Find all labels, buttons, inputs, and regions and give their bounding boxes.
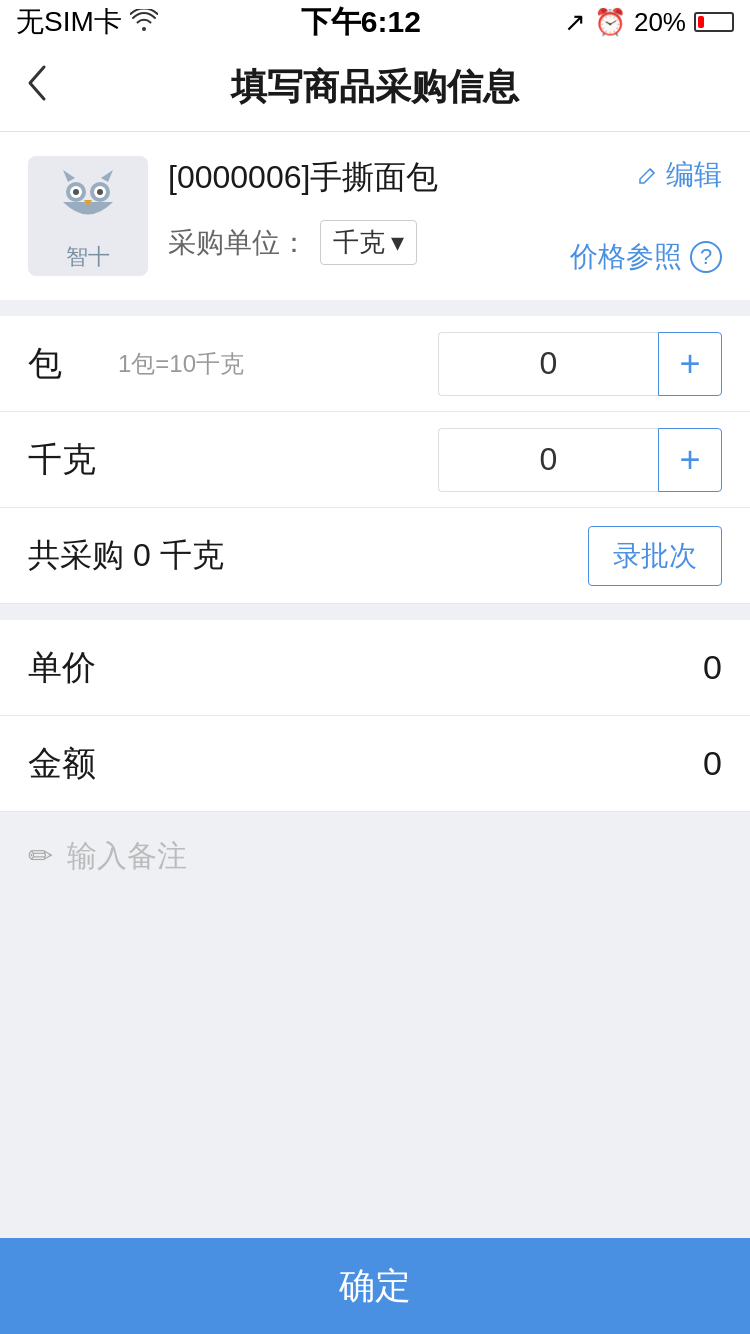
unit-label: 采购单位：: [168, 224, 308, 262]
location-icon: ↗: [564, 7, 586, 38]
edit-button[interactable]: 编辑: [636, 156, 722, 194]
carrier-label: 无SIM卡: [16, 3, 122, 41]
unit-price-label: 单价: [28, 645, 96, 691]
wifi-icon: [130, 6, 158, 38]
alarm-icon: ⏰: [594, 7, 626, 38]
confirm-label: 确定: [339, 1262, 411, 1311]
remark-placeholder: 输入备注: [67, 836, 187, 877]
kg-input[interactable]: [438, 428, 658, 492]
product-logo: 智十: [53, 162, 123, 270]
nav-bar: 填写商品采购信息: [0, 44, 750, 132]
kg-input-group: +: [438, 428, 722, 492]
summary-row: 共采购 0 千克 录批次: [0, 508, 750, 604]
amount-row: 金额 0: [0, 716, 750, 812]
logo-text: 智十: [53, 244, 123, 270]
confirm-bar[interactable]: 确定: [0, 1238, 750, 1334]
amount-value: 0: [703, 744, 722, 783]
kg-row: 千克 +: [0, 412, 750, 508]
bao-plus-button[interactable]: +: [658, 332, 722, 396]
battery-percent: 20%: [634, 7, 686, 38]
status-left: 无SIM卡: [16, 3, 158, 41]
content-fill-area: [0, 912, 750, 1252]
status-bar: 无SIM卡 下午6:12 ↗ ⏰ 20%: [0, 0, 750, 44]
section-divider-2: [0, 604, 750, 620]
bao-label: 包: [28, 341, 108, 387]
unit-value: 千克: [333, 225, 385, 260]
back-button[interactable]: [24, 63, 48, 112]
bao-input[interactable]: [438, 332, 658, 396]
quantity-section: 包 1包=10千克 + 千克 + 共采购 0 千克 录批次: [0, 316, 750, 604]
bao-row: 包 1包=10千克 +: [0, 316, 750, 412]
section-divider-1: [0, 300, 750, 316]
product-thumbnail: 智十: [28, 156, 148, 276]
page-title: 填写商品采购信息: [231, 63, 519, 112]
status-time: 下午6:12: [301, 2, 421, 43]
pencil-icon: ✏: [28, 838, 53, 873]
record-batch-button[interactable]: 录批次: [588, 526, 722, 586]
unit-select[interactable]: 千克 ▾: [320, 220, 417, 265]
price-section: 单价 0 金额 0: [0, 620, 750, 812]
kg-plus-button[interactable]: +: [658, 428, 722, 492]
price-ref-button[interactable]: 价格参照 ?: [570, 238, 722, 276]
remark-section[interactable]: ✏ 输入备注: [0, 812, 750, 912]
price-ref-label: 价格参照: [570, 238, 682, 276]
summary-text: 共采购 0 千克: [28, 534, 224, 578]
product-card: 智十 [0000006]手撕面包 采购单位： 千克 ▾ 编辑 价格参照 ?: [0, 132, 750, 300]
unit-price-value: 0: [703, 648, 722, 687]
summary-amount: 0: [133, 537, 151, 573]
help-icon: ?: [690, 241, 722, 273]
kg-label: 千克: [28, 437, 108, 483]
battery-icon: [694, 12, 734, 32]
dropdown-icon: ▾: [391, 227, 404, 258]
bao-input-group: +: [438, 332, 722, 396]
unit-price-row: 单价 0: [0, 620, 750, 716]
bao-sublabel: 1包=10千克: [118, 348, 244, 380]
svg-point-5: [97, 189, 103, 195]
status-right: ↗ ⏰ 20%: [564, 7, 734, 38]
amount-label: 金额: [28, 741, 96, 787]
svg-point-4: [73, 189, 79, 195]
